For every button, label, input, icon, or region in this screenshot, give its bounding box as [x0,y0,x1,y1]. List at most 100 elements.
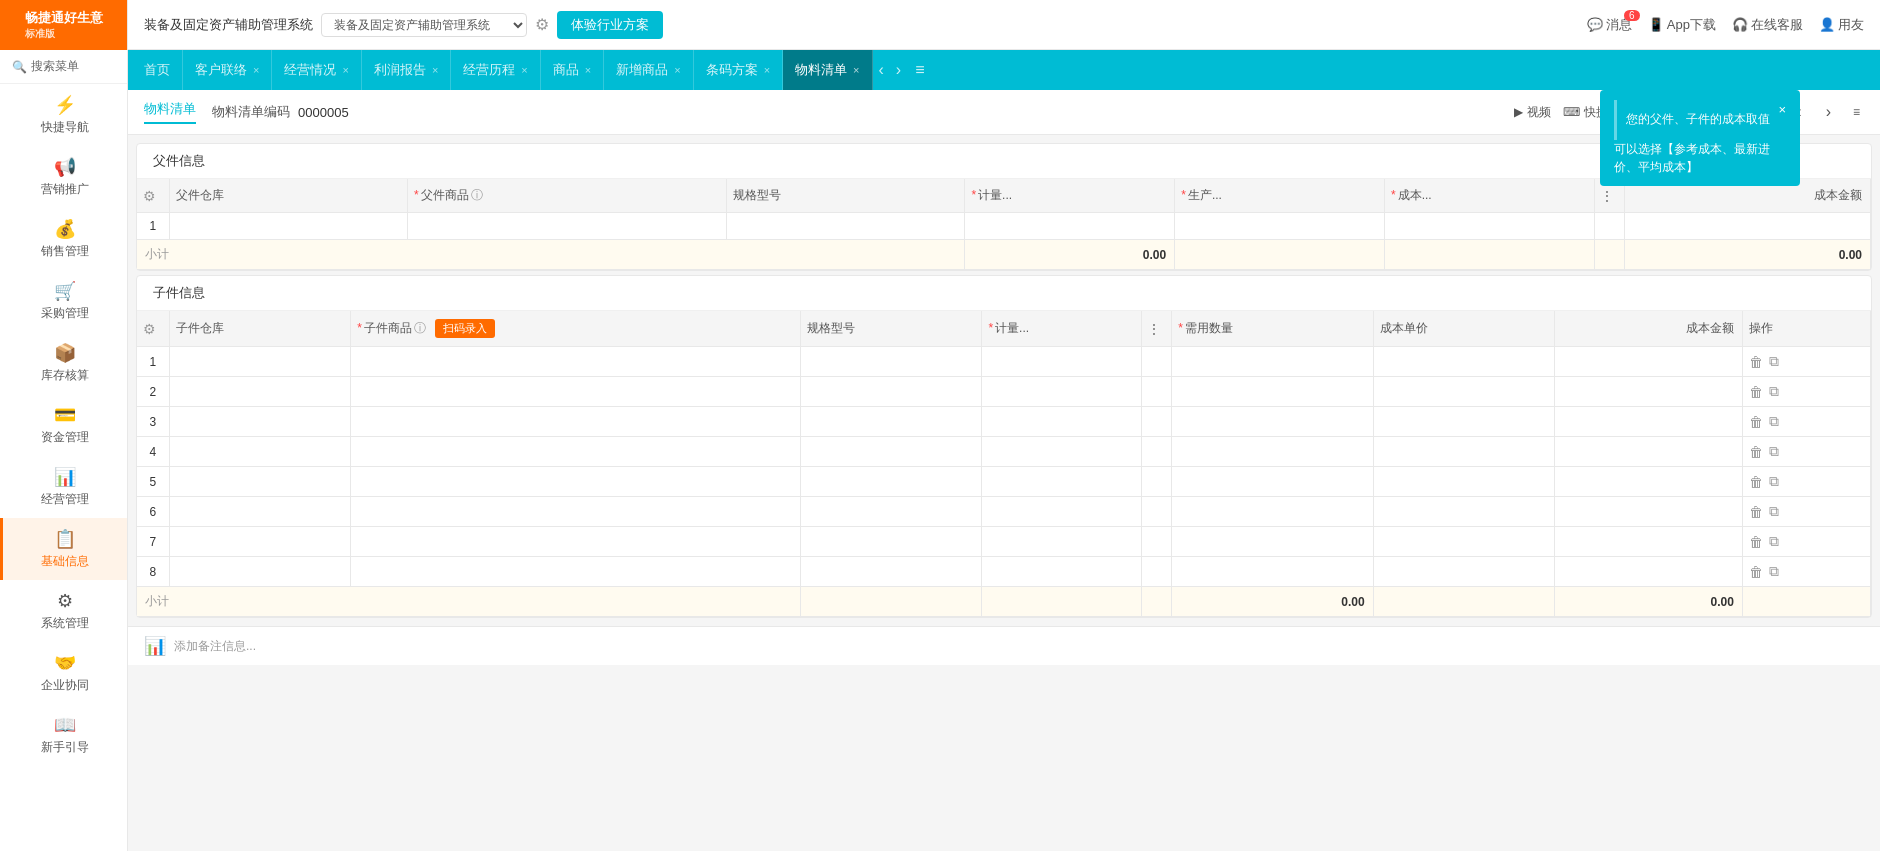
child-row-2-unit[interactable] [982,377,1142,407]
delete-icon[interactable]: 🗑 [1749,384,1763,400]
parent-row-1-spec[interactable] [727,213,965,240]
child-row-1-extra [1142,347,1172,377]
copy-icon[interactable]: ⧉ [1769,533,1779,550]
sidebar-item-marketing[interactable]: 📢 营销推广 [0,146,127,208]
page-tab-bom[interactable]: 物料清单 [144,100,196,124]
tab-prev-arrow[interactable]: ‹ [873,61,890,79]
tab-barcode[interactable]: 条码方案 × [694,50,783,90]
parent-col-spec: 规格型号 [727,179,965,213]
tab-profit-close[interactable]: × [432,64,438,76]
tab-goods[interactable]: 商品 × [541,50,604,90]
sidebar-item-purchase[interactable]: 🛒 采购管理 [0,270,127,332]
child-row-2-goods[interactable] [351,377,801,407]
video-action[interactable]: ▶ 视频 [1514,104,1551,121]
child-row-2-warehouse[interactable] [169,377,351,407]
child-row-6-num: 6 [137,497,169,527]
tab-next-arrow[interactable]: › [890,61,907,79]
trial-button[interactable]: 体验行业方案 [557,11,663,39]
parent-col-production: *生产... [1175,179,1385,213]
tooltip-close-btn[interactable]: × [1778,100,1786,120]
parent-row-1-production[interactable] [1175,213,1385,240]
sidebar-item-system[interactable]: ⚙ 系统管理 [0,580,127,642]
copy-icon[interactable]: ⧉ [1769,473,1779,490]
child-row-8: 8 🗑 ⧉ [137,557,1871,587]
tab-history-close[interactable]: × [521,64,527,76]
parent-row-1-warehouse[interactable] [169,213,407,240]
child-row-1-spec[interactable] [800,347,982,377]
parent-goods-label: 父件商品 [421,188,469,202]
tab-bom[interactable]: 物料清单 × [783,50,872,90]
search-menu[interactable]: 🔍 搜索菜单 [0,50,127,84]
messages-btn[interactable]: 💬 消息 6 [1587,16,1632,34]
delete-icon[interactable]: 🗑 [1749,564,1763,580]
child-row-6: 6 🗑 ⧉ [137,497,1871,527]
sidebar-item-sales[interactable]: 💰 销售管理 [0,208,127,270]
child-row-2-needed-qty[interactable] [1172,377,1373,407]
copy-icon[interactable]: ⧉ [1769,413,1779,430]
tab-history[interactable]: 经营历程 × [451,50,540,90]
parent-row-1-cost[interactable] [1385,213,1595,240]
parent-row-1-goods[interactable] [407,213,726,240]
app-download-btn[interactable]: 📱 App下载 [1648,16,1716,34]
child-row-2-unit-cost[interactable] [1373,377,1555,407]
copy-icon[interactable]: ⧉ [1769,443,1779,460]
delete-icon[interactable]: 🗑 [1749,504,1763,520]
delete-icon[interactable]: 🗑 [1749,444,1763,460]
tab-new-goods-close[interactable]: × [674,64,680,76]
bottom-cost-icon: 📊 [144,635,166,657]
tab-new-goods[interactable]: 新增商品 × [604,50,693,90]
child-row-1-unit-cost[interactable] [1373,347,1555,377]
sidebar-item-label: 销售管理 [41,243,89,260]
tab-profit[interactable]: 利润报告 × [362,50,451,90]
parent-warehouse-label: 父件仓库 [176,188,224,202]
child-row-1-unit[interactable] [982,347,1142,377]
sidebar-item-basic-info[interactable]: 📋 基础信息 [0,518,127,580]
parent-col-gear-icon[interactable]: ⚙ [143,188,156,204]
child-row-2-spec[interactable] [800,377,982,407]
child-col-settings: ⚙ [137,311,169,347]
child-row-1-goods[interactable] [351,347,801,377]
user-menu[interactable]: 👤 用友 [1819,16,1864,34]
tab-barcode-close[interactable]: × [764,64,770,76]
copy-icon[interactable]: ⧉ [1769,353,1779,370]
online-service-btn[interactable]: 🎧 在线客服 [1732,16,1803,34]
sidebar-item-label: 快捷导航 [41,119,89,136]
tab-home-label: 首页 [144,61,170,79]
delete-icon[interactable]: 🗑 [1749,414,1763,430]
sidebar-item-label: 新手引导 [41,739,89,756]
parent-col-goods: *父件商品ⓘ [407,179,726,213]
sidebar-item-operations[interactable]: 📊 经营管理 [0,456,127,518]
child-row-5-action: 🗑 ⧉ [1742,467,1870,497]
delete-icon[interactable]: 🗑 [1749,354,1763,370]
tab-clients[interactable]: 客户联络 × [183,50,272,90]
delete-icon[interactable]: 🗑 [1749,534,1763,550]
sidebar-item-inventory[interactable]: 📦 库存核算 [0,332,127,394]
tab-operations[interactable]: 经营情况 × [272,50,361,90]
child-col-action: 操作 [1742,311,1870,347]
copy-icon[interactable]: ⧉ [1769,383,1779,400]
header-next[interactable]: › [1820,103,1837,121]
copy-icon[interactable]: ⧉ [1769,503,1779,520]
sidebar-item-quick-nav[interactable]: ⚡ 快捷导航 [0,84,127,146]
child-row-1-warehouse[interactable] [169,347,351,377]
child-col-gear-icon[interactable]: ⚙ [143,321,156,337]
parent-row-1-unit[interactable] [965,213,1175,240]
sales-icon: 💰 [54,218,76,240]
settings-icon[interactable]: ⚙ [535,15,549,34]
tab-clients-close[interactable]: × [253,64,259,76]
close-all-tabs[interactable]: ≡ [907,61,932,79]
sidebar-item-finance[interactable]: 💳 资金管理 [0,394,127,456]
child-row-4: 4 🗑 ⧉ [137,437,1871,467]
system-selector[interactable]: 装备及固定资产辅助管理系统 [321,13,527,37]
scan-input-button[interactable]: 扫码录入 [435,319,495,338]
header-menu[interactable]: ≡ [1849,105,1864,119]
sidebar-item-enterprise[interactable]: 🤝 企业协同 [0,642,127,704]
child-row-1-needed-qty[interactable] [1172,347,1373,377]
tab-operations-close[interactable]: × [342,64,348,76]
tab-home[interactable]: 首页 [132,50,183,90]
sidebar-item-guide[interactable]: 📖 新手引导 [0,704,127,766]
tab-goods-close[interactable]: × [585,64,591,76]
tab-bom-close[interactable]: × [853,64,859,76]
copy-icon[interactable]: ⧉ [1769,563,1779,580]
delete-icon[interactable]: 🗑 [1749,474,1763,490]
